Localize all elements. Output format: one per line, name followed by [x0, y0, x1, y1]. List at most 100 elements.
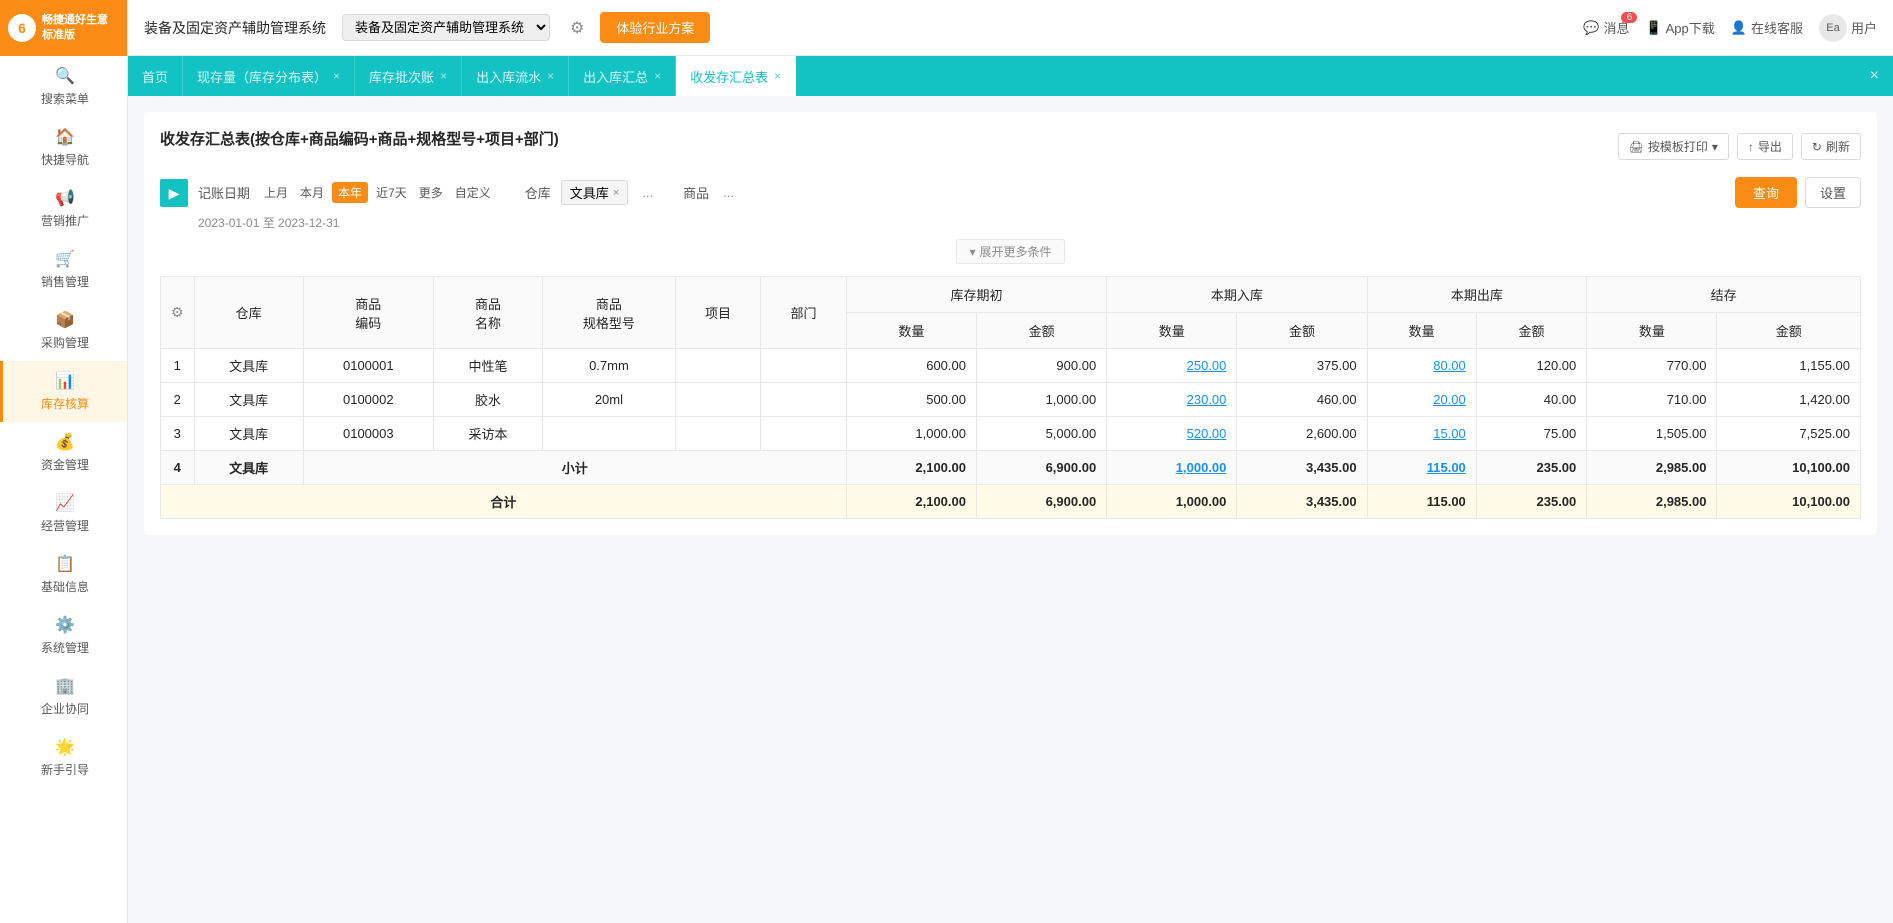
experience-button[interactable]: 体验行业方案 — [600, 12, 710, 43]
sidebar-icon-marketing: 📢 — [55, 188, 75, 208]
tab-close-in-out-flow[interactable]: × — [547, 69, 554, 83]
sidebar-label-finance: 资金管理 — [41, 456, 89, 473]
subtotal-in-qty: 1,000.00 — [1107, 451, 1237, 485]
system-select[interactable]: 装备及固定资产辅助管理系统 — [342, 14, 550, 41]
row-goods-code-1: 0100002 — [303, 383, 433, 417]
sidebar-item-guide[interactable]: 🌟新手引导 — [0, 727, 127, 788]
sidebar-item-operations[interactable]: 📈经营管理 — [0, 483, 127, 544]
app-download-button[interactable]: 📱 App下载 — [1645, 18, 1714, 37]
col-settings-header: ⚙ — [161, 277, 195, 349]
sidebar-icon-finance: 💰 — [55, 432, 75, 452]
row-out-qty-2[interactable]: 15.00 — [1367, 417, 1476, 451]
warehouse-more[interactable]: ... — [642, 185, 653, 200]
date-btn-7days[interactable]: 近7天 — [372, 182, 411, 203]
online-service-button[interactable]: 👤 在线客服 — [1731, 18, 1803, 37]
sidebar-icon-inventory: 📊 — [55, 371, 75, 391]
tab-close-inventory-dist[interactable]: × — [333, 69, 340, 83]
warehouse-label: 仓库 — [525, 183, 551, 202]
export-button[interactable]: ↑ 导出 — [1737, 133, 1793, 160]
row-open-qty-1: 500.00 — [846, 383, 976, 417]
row-department-0 — [761, 349, 846, 383]
total-open-qty: 2,100.00 — [846, 485, 976, 519]
date-shortcuts: 上月 本月 本年 近7天 更多 自定义 — [260, 182, 495, 203]
print-icon: 🖨 — [1629, 140, 1644, 154]
sidebar-item-system[interactable]: ⚙️系统管理 — [0, 605, 127, 666]
row-out-amt-1: 40.00 — [1476, 383, 1586, 417]
filter-expand-button[interactable]: ▶ — [160, 179, 188, 207]
sidebar-label-quick-nav: 快捷导航 — [41, 151, 89, 168]
print-template-button[interactable]: 🖨 按模板打印 ▾ — [1618, 133, 1729, 160]
tab-close-recv-send-summary[interactable]: × — [774, 69, 781, 83]
message-button[interactable]: 💬 消息 6 — [1583, 18, 1629, 37]
date-btn-custom[interactable]: 自定义 — [451, 182, 495, 203]
sidebar-item-basic-info[interactable]: 📋基础信息 — [0, 544, 127, 605]
date-btn-more[interactable]: 更多 — [415, 182, 447, 203]
row-in-amt-1: 460.00 — [1237, 383, 1367, 417]
row-in-qty-2[interactable]: 520.00 — [1107, 417, 1237, 451]
col-goods-code-header: 商品编码 — [303, 277, 433, 349]
tab-close-batch-ledger[interactable]: × — [440, 69, 447, 83]
sidebar-item-quick-nav[interactable]: 🏠 快捷导航 — [0, 117, 127, 178]
warehouse-tag[interactable]: 文具库 × — [561, 180, 628, 205]
page-title: 收发存汇总表(按仓库+商品编码+商品+规格型号+项目+部门) — [160, 128, 559, 149]
date-btn-last-month[interactable]: 上月 — [260, 182, 292, 203]
warehouse-tag-close[interactable]: × — [613, 187, 619, 199]
row-close-qty-2: 1,505.00 — [1587, 417, 1717, 451]
tab-bar-close-all[interactable]: × — [1856, 67, 1893, 85]
row-project-0 — [675, 349, 760, 383]
row-out-qty-0[interactable]: 80.00 — [1367, 349, 1476, 383]
tab-label-home: 首页 — [142, 67, 168, 86]
col-out-header: 本期出库 — [1367, 277, 1587, 313]
date-btn-this-year[interactable]: 本年 — [332, 182, 368, 203]
date-btn-this-month[interactable]: 本月 — [296, 182, 328, 203]
tab-home[interactable]: 首页 — [128, 56, 183, 96]
refresh-button[interactable]: ↻ 刷新 — [1801, 133, 1861, 160]
query-button[interactable]: 查询 — [1735, 177, 1797, 208]
table-settings-icon[interactable]: ⚙ — [171, 304, 184, 320]
expand-more-button[interactable]: ▾ 展开更多条件 — [956, 239, 1064, 264]
gear-icon[interactable]: ⚙ — [570, 18, 584, 38]
sidebar-item-sales[interactable]: 🛒销售管理 — [0, 239, 127, 300]
tab-label-recv-send-summary: 收发存汇总表 — [690, 67, 768, 86]
tab-in-out-summary[interactable]: 出入库汇总× — [569, 56, 676, 96]
content-area: 收发存汇总表(按仓库+商品编码+商品+规格型号+项目+部门) 🖨 按模板打印 ▾… — [128, 96, 1893, 923]
tab-inventory-dist[interactable]: 现存量（库存分布表）× — [183, 56, 355, 96]
col-in-header: 本期入库 — [1107, 277, 1367, 313]
sidebar-item-search[interactable]: 🔍搜索菜单 — [0, 56, 127, 117]
sidebar-item-inventory[interactable]: 📊库存核算 — [0, 361, 127, 422]
table-row: 2 文具库 0100002 胶水 20ml 500.00 1,000.00 23… — [161, 383, 1861, 417]
col-opening-header: 库存期初 — [846, 277, 1106, 313]
sidebar-item-enterprise[interactable]: 🏢企业协同 — [0, 666, 127, 727]
row-out-qty-1[interactable]: 20.00 — [1367, 383, 1476, 417]
col-department-header: 部门 — [761, 277, 846, 349]
tab-in-out-flow[interactable]: 出入库流水 × — [462, 56, 569, 96]
sidebar-icon-search: 🔍 — [55, 66, 75, 86]
row-in-qty-1[interactable]: 230.00 — [1107, 383, 1237, 417]
tab-label-in-out-flow: 出入库流水 — [476, 67, 541, 86]
export-icon: ↑ — [1748, 140, 1754, 154]
filter-settings-button[interactable]: 设置 — [1805, 177, 1861, 208]
row-goods-spec-1: 20ml — [543, 383, 676, 417]
sidebar-icon-quick-nav: 🏠 — [55, 127, 75, 147]
row-in-qty-0[interactable]: 250.00 — [1107, 349, 1237, 383]
row-no-1: 2 — [161, 383, 195, 417]
tab-recv-send-summary[interactable]: 收发存汇总表 × — [676, 56, 796, 96]
sidebar-label-guide: 新手引导 — [41, 761, 89, 778]
sidebar-icon-purchase: 📦 — [55, 310, 75, 330]
message-badge: 6 — [1621, 12, 1637, 23]
goods-label: 商品 — [683, 183, 709, 202]
subtotal-open-qty: 2,100.00 — [846, 451, 976, 485]
sidebar-label-operations: 经营管理 — [41, 517, 89, 534]
user-button[interactable]: Ea 用户 — [1819, 14, 1877, 42]
tab-batch-ledger[interactable]: 库存批次账× — [355, 56, 462, 96]
sidebar-item-finance[interactable]: 💰 资金管理 — [0, 422, 127, 483]
goods-more[interactable]: ... — [723, 185, 734, 200]
system-title: 装备及固定资产辅助管理系统 — [144, 18, 326, 38]
table-row: 3 文具库 0100003 采访本 1,000.00 5,000.00 520.… — [161, 417, 1861, 451]
sidebar-item-marketing[interactable]: 📢营销推广 — [0, 178, 127, 239]
sidebar-item-purchase[interactable]: 📦采购管理 — [0, 300, 127, 361]
tab-close-in-out-summary[interactable]: × — [654, 69, 661, 83]
row-open-qty-2: 1,000.00 — [846, 417, 976, 451]
col-open-amt-header: 金额 — [976, 313, 1106, 349]
row-goods-code-2: 0100003 — [303, 417, 433, 451]
